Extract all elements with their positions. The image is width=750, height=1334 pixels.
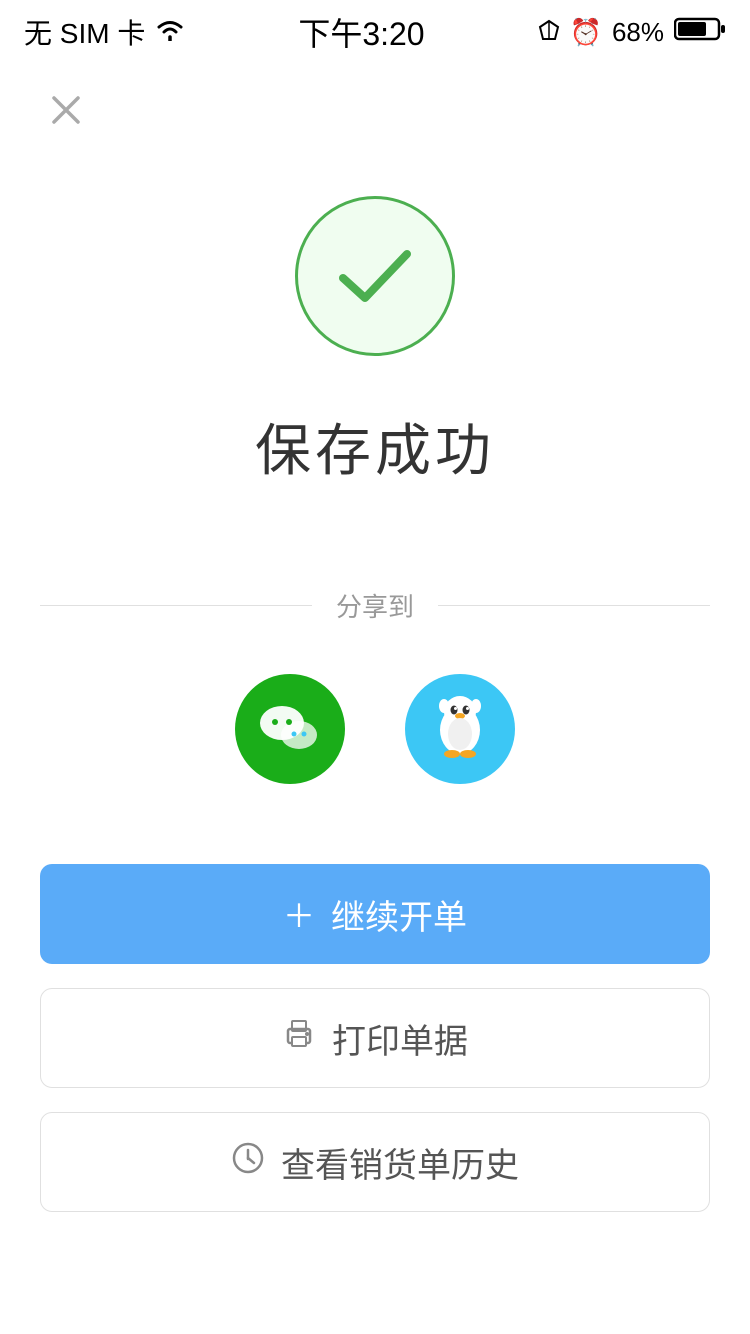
close-button[interactable]: [40, 84, 92, 136]
share-label: 分享到: [312, 587, 438, 624]
continue-label: 继续开单: [331, 890, 467, 939]
share-qq-button[interactable]: [405, 674, 515, 784]
actions-section: ＋ 继续开单 打印单据 查看销货单历史: [0, 864, 750, 1212]
plus-icon: ＋: [283, 891, 315, 937]
print-button[interactable]: 打印单据: [40, 988, 710, 1088]
divider-right: [438, 605, 710, 606]
location-icon: [538, 17, 560, 48]
status-bar: 无 SIM 卡 下午3:20 ⏰ 68%: [0, 0, 750, 64]
history-button[interactable]: 查看销货单历史: [40, 1112, 710, 1212]
close-bar: [0, 64, 750, 156]
share-wechat-button[interactable]: [235, 674, 345, 784]
battery-icon: [674, 16, 726, 49]
continue-button[interactable]: ＋ 继续开单: [40, 864, 710, 964]
alarm-icon: ⏰: [570, 17, 602, 48]
print-icon: [282, 1017, 316, 1059]
share-icons-row: [0, 674, 750, 784]
success-title: 保存成功: [255, 406, 495, 487]
wifi-icon: [155, 16, 185, 48]
status-time: 下午3:20: [298, 9, 424, 55]
success-icon-circle: [295, 196, 455, 356]
battery-percent: 68%: [612, 17, 664, 48]
status-left: 无 SIM 卡: [24, 12, 185, 52]
clock-icon: [231, 1141, 265, 1183]
success-section: 保存成功: [0, 156, 750, 547]
print-label: 打印单据: [332, 1014, 468, 1063]
carrier-text: 无 SIM 卡: [24, 12, 145, 52]
divider-left: [40, 605, 312, 606]
history-label: 查看销货单历史: [281, 1138, 519, 1187]
status-right: ⏰ 68%: [538, 16, 726, 49]
share-divider: 分享到: [0, 587, 750, 624]
